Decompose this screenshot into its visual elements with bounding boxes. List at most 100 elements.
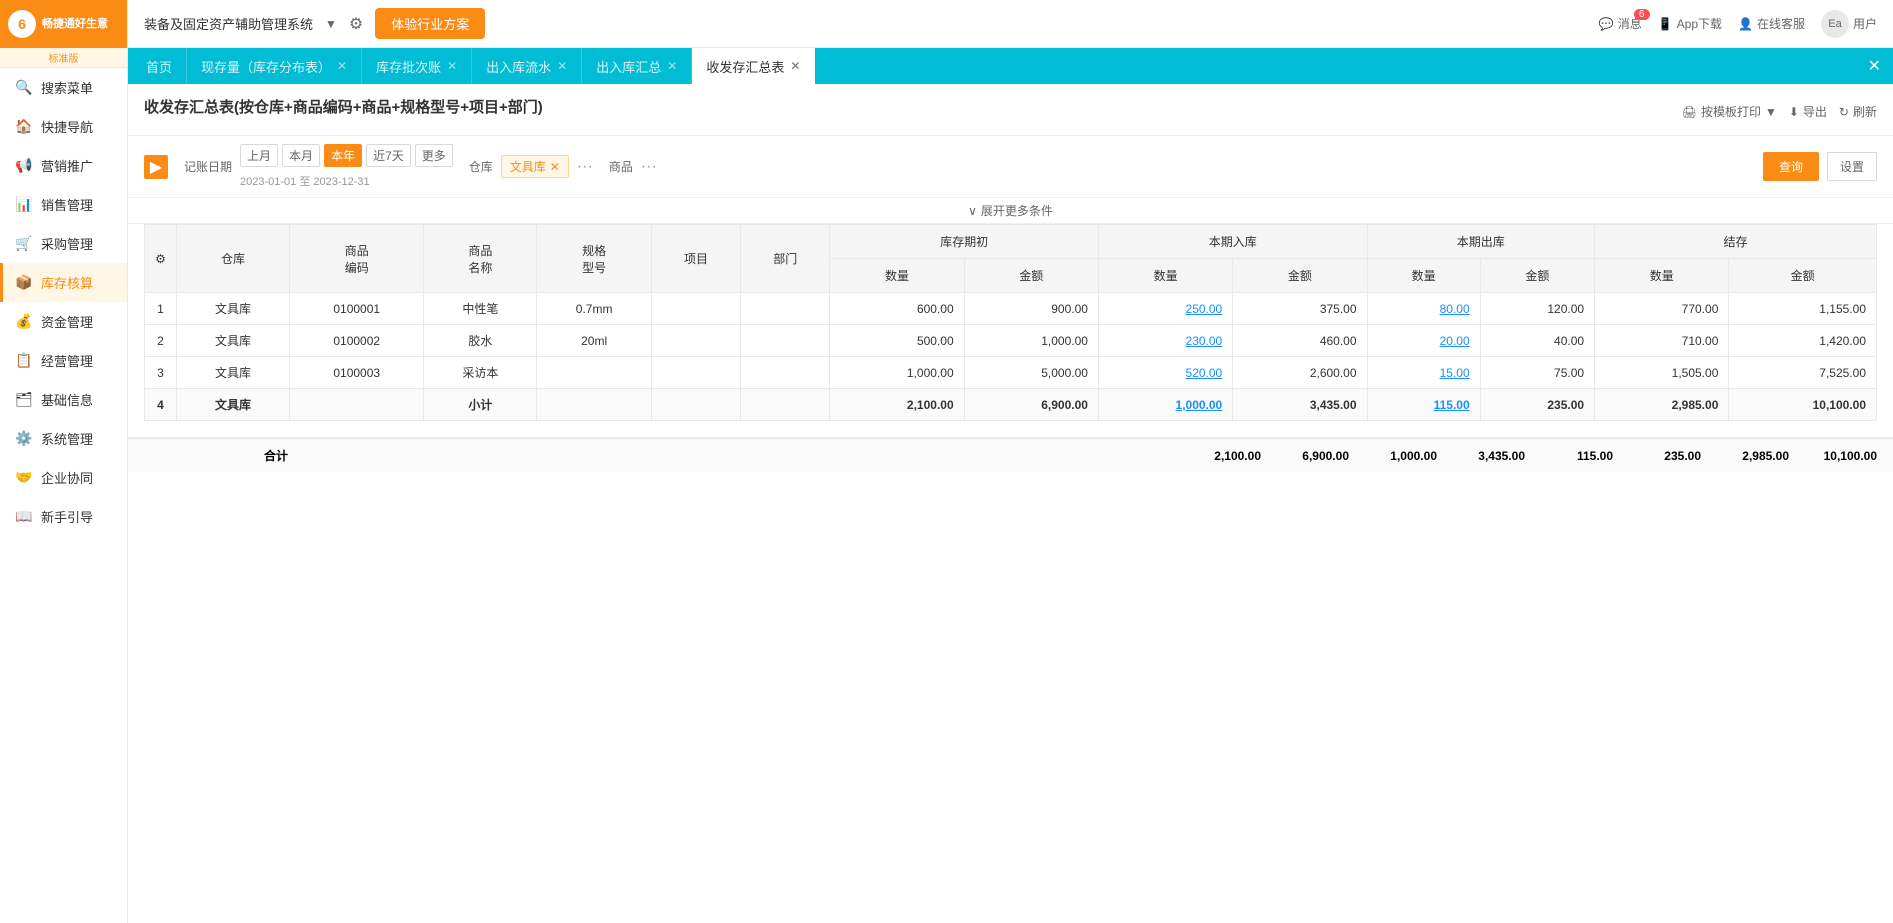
app-download-action[interactable]: 📱 App下载	[1658, 15, 1722, 32]
warehouse-more-dots[interactable]: ···	[577, 158, 593, 176]
sidebar-item-guide[interactable]: 📖新手引导	[0, 497, 127, 536]
expand-conditions-button[interactable]: ∨ 展开更多条件	[128, 198, 1893, 224]
out-amt-cell: 75.00	[1480, 357, 1594, 389]
name-cell: 胶水	[424, 325, 537, 357]
out-qty-link[interactable]: 15.00	[1440, 366, 1470, 380]
purchase-icon: 🛒	[15, 235, 33, 253]
goods-more-dots[interactable]: ···	[641, 158, 657, 176]
code-cell: 0100003	[290, 357, 424, 389]
col-code-header: 商品编码	[290, 225, 424, 293]
out-qty-link[interactable]: 80.00	[1440, 302, 1470, 316]
tab-close-inventory-dist[interactable]: ✕	[337, 59, 347, 73]
filter-toggle-button[interactable]: ▶	[144, 155, 168, 179]
warehouse-tag[interactable]: 文具库 ✕	[501, 155, 569, 178]
sidebar-item-quick[interactable]: 🏠快捷导航	[0, 107, 127, 146]
tab-inout-flow[interactable]: 出入库流水 ✕	[472, 48, 582, 84]
tab-label: 出入库流水	[486, 57, 551, 76]
mobile-icon: 📱	[1658, 17, 1673, 31]
table-container: ⚙ 仓库 商品编码 商品名称 规格型号 项目 部门 库存期初 本期入库 本期出库…	[128, 224, 1893, 437]
refresh-button[interactable]: ↻ 刷新	[1839, 103, 1877, 120]
date-btn-本月[interactable]: 本月	[282, 144, 320, 167]
out-qty-cell[interactable]: 20.00	[1367, 325, 1480, 357]
goods-filter-section: 商品 ···	[609, 158, 657, 176]
tab-receipt-summary[interactable]: 收发存汇总表✕	[692, 48, 815, 84]
sidebar-item-label: 搜索菜单	[41, 78, 93, 97]
export-button[interactable]: ⬇ 导出	[1789, 103, 1827, 120]
in-qty-cell[interactable]: 230.00	[1098, 325, 1232, 357]
closing-amt-cell: 1,420.00	[1729, 325, 1877, 357]
department-cell	[741, 389, 830, 421]
project-cell	[651, 325, 740, 357]
message-action[interactable]: 💬 消息 6	[1599, 15, 1642, 32]
sidebar-item-purchase[interactable]: 🛒采购管理	[0, 224, 127, 263]
sidebar-item-operations[interactable]: 📋经营管理	[0, 341, 127, 380]
table-row: 3文具库0100003采访本1,000.005,000.00520.002,60…	[145, 357, 1877, 389]
in-qty-cell[interactable]: 520.00	[1098, 357, 1232, 389]
sidebar-item-collab[interactable]: 🤝企业协同	[0, 458, 127, 497]
opening-amt-cell: 900.00	[964, 293, 1098, 325]
system-selector[interactable]: ▼	[325, 17, 337, 31]
date-btn-近7天[interactable]: 近7天	[366, 144, 411, 167]
out-amt-cell: 40.00	[1480, 325, 1594, 357]
opening-amt-cell: 6,900.00	[964, 389, 1098, 421]
tab-close-inout-summary[interactable]: ✕	[667, 59, 677, 73]
out-qty-cell[interactable]: 115.00	[1367, 389, 1480, 421]
tab-close-inout-flow[interactable]: ✕	[557, 59, 567, 73]
warehouse-cell: 文具库	[177, 389, 290, 421]
trial-button[interactable]: 体验行业方案	[375, 8, 485, 39]
sidebar-item-basic[interactable]: 🗂基础信息	[0, 380, 127, 419]
footer-out-amt: 235.00	[1621, 449, 1701, 463]
tab-inout-summary[interactable]: 出入库汇总✕	[582, 48, 692, 84]
date-btn-更多[interactable]: 更多	[415, 144, 453, 167]
search-icon: 🔍	[15, 79, 33, 97]
out-qty-link[interactable]: 115.00	[1434, 398, 1470, 412]
closing-qty-cell: 770.00	[1595, 293, 1729, 325]
settings-icon[interactable]: ⚙	[349, 14, 363, 34]
department-cell	[741, 325, 830, 357]
opening-qty-cell: 1,000.00	[830, 357, 964, 389]
department-cell	[741, 293, 830, 325]
in-qty-link[interactable]: 230.00	[1186, 334, 1223, 348]
sidebar-item-finance[interactable]: 💰资金管理	[0, 302, 127, 341]
out-qty-cell[interactable]: 80.00	[1367, 293, 1480, 325]
sidebar-item-system[interactable]: ⚙️系统管理	[0, 419, 127, 458]
settings-button[interactable]: 设置	[1827, 152, 1877, 181]
sidebar-item-label: 企业协同	[41, 468, 93, 487]
tab-batch[interactable]: 库存批次账✕	[362, 48, 472, 84]
tab-home[interactable]: 首页	[132, 48, 187, 84]
col-settings[interactable]: ⚙	[145, 225, 177, 293]
filter-actions: 查询 设置	[1763, 152, 1877, 181]
warehouse-cell: 文具库	[177, 293, 290, 325]
date-btn-上月[interactable]: 上月	[240, 144, 278, 167]
date-btn-本年[interactable]: 本年	[324, 144, 362, 167]
name-cell: 中性笔	[424, 293, 537, 325]
sidebar-item-label: 资金管理	[41, 312, 93, 331]
in-qty-link[interactable]: 250.00	[1186, 302, 1223, 316]
sidebar-item-search[interactable]: 🔍 搜索菜单	[0, 68, 127, 107]
message-badge: 6	[1634, 9, 1650, 20]
user-action[interactable]: Ea 用户	[1821, 10, 1877, 38]
in-qty-cell[interactable]: 250.00	[1098, 293, 1232, 325]
goods-label: 商品	[609, 158, 633, 175]
query-button[interactable]: 查询	[1763, 152, 1819, 181]
closing-amt-cell: 10,100.00	[1729, 389, 1877, 421]
col-in-amt-header: 金额	[1233, 259, 1367, 293]
online-service-action[interactable]: 👤 在线客服	[1738, 15, 1805, 32]
sidebar-item-sales[interactable]: 📊销售管理	[0, 185, 127, 224]
tab-bar-close[interactable]: ✕	[1860, 56, 1889, 76]
out-qty-link[interactable]: 20.00	[1440, 334, 1470, 348]
tab-inventory-dist[interactable]: 现存量（库存分布表）✕	[187, 48, 362, 84]
in-qty-cell[interactable]: 1,000.00	[1098, 389, 1232, 421]
sidebar-item-inventory[interactable]: 📦库存核算	[0, 263, 127, 302]
out-qty-cell[interactable]: 15.00	[1367, 357, 1480, 389]
sidebar-item-label: 快捷导航	[41, 117, 93, 136]
print-button[interactable]: 🖨 按模板打印 ▼	[1682, 103, 1777, 120]
sidebar-item-marketing[interactable]: 📢营销推广	[0, 146, 127, 185]
in-qty-link[interactable]: 1,000.00	[1176, 398, 1223, 412]
footer-out-qty: 115.00	[1533, 449, 1613, 463]
tab-close-batch[interactable]: ✕	[447, 59, 457, 73]
in-qty-link[interactable]: 520.00	[1186, 366, 1223, 380]
tab-close-receipt-summary[interactable]: ✕	[790, 59, 800, 73]
warehouse-tag-remove[interactable]: ✕	[550, 160, 560, 174]
page-title: 收发存汇总表(按仓库+商品编码+商品+规格型号+项目+部门)	[144, 96, 543, 117]
